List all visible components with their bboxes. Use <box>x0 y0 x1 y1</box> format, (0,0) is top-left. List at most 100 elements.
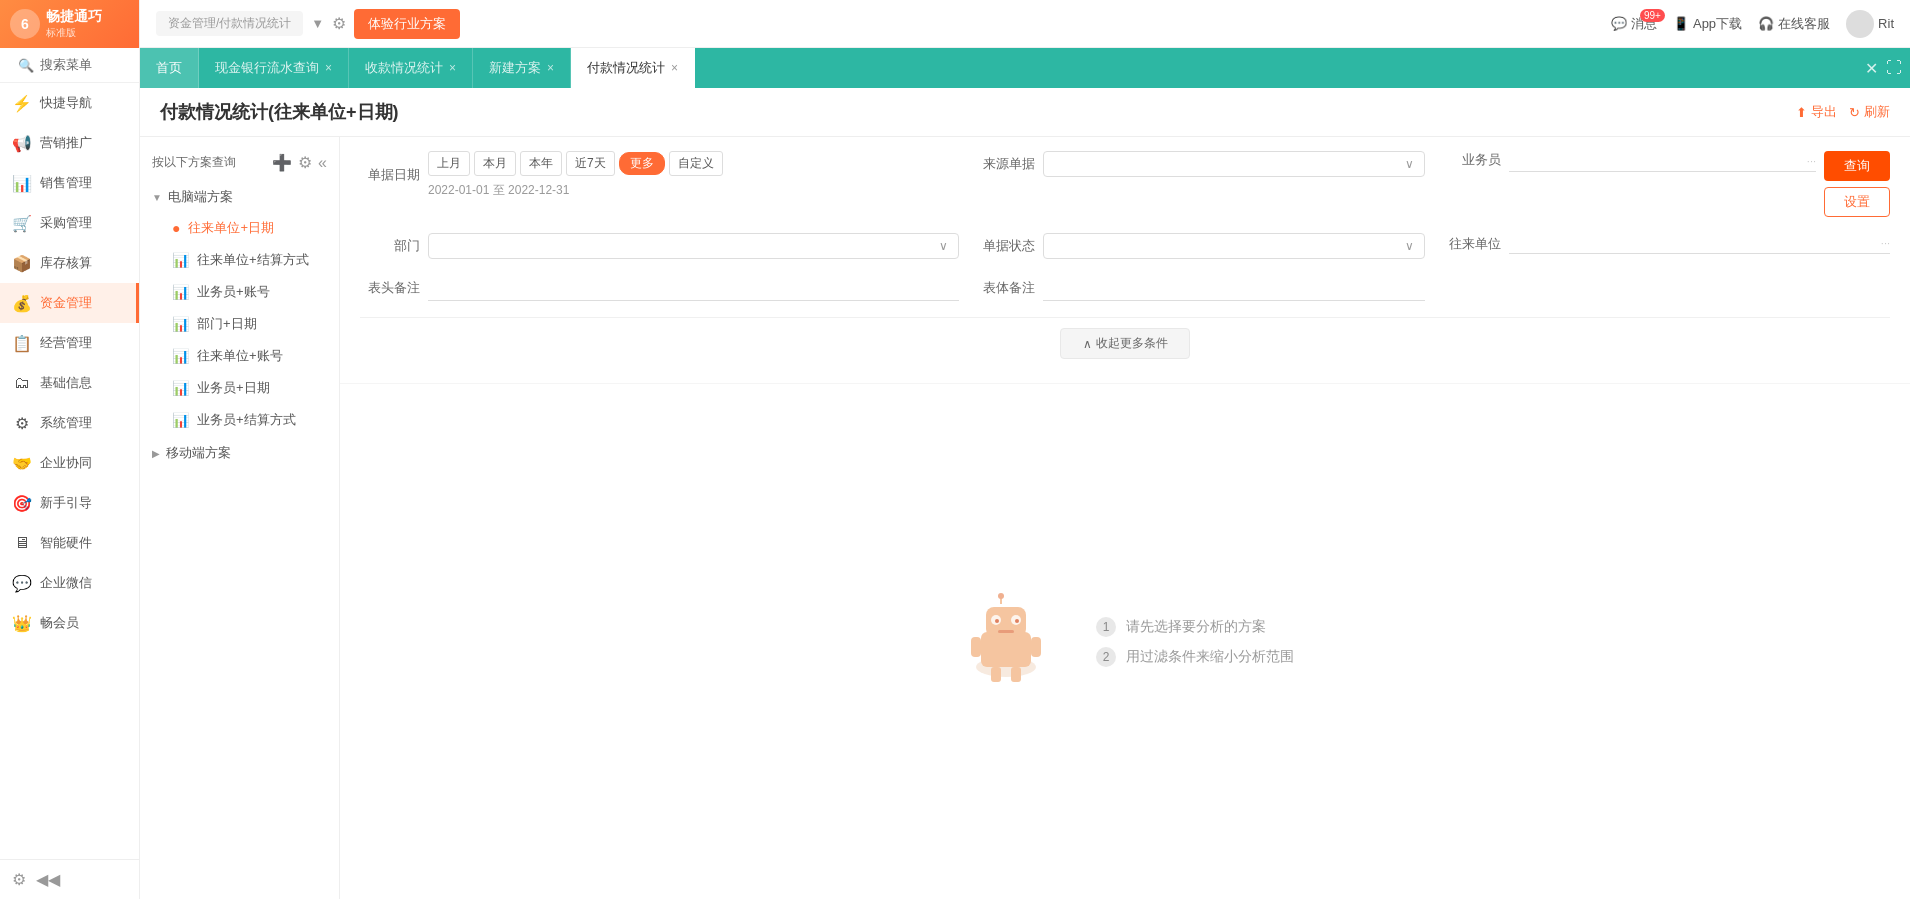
bank-flow-close-icon[interactable]: × <box>325 61 332 75</box>
settings-icon[interactable]: ⚙ <box>12 870 26 889</box>
settings-button[interactable]: 设置 <box>1824 187 1890 217</box>
empty-tips: 1 请先选择要分析的方案 2 用过滤条件来缩小分析范围 <box>1096 617 1294 667</box>
scheme-item-counterparty-settlement[interactable]: 📊 往来单位+结算方式 <box>148 244 331 276</box>
empty-tip-1: 1 请先选择要分析的方案 <box>1096 617 1294 637</box>
refresh-button[interactable]: ↻ 刷新 <box>1849 103 1890 121</box>
tab-new-scheme[interactable]: 新建方案 × <box>473 48 571 88</box>
sidebar-label-quick-nav: 快捷导航 <box>40 94 92 112</box>
trial-button[interactable]: 体验行业方案 <box>354 9 460 39</box>
sidebar-item-operation[interactable]: 📋 经营管理 <box>0 323 139 363</box>
sidebar: 6 畅捷通巧 标准版 🔍 搜索菜单 ⚡ 快捷导航 📢 营销推广 📊 销售管理 🛒… <box>0 0 140 899</box>
source-doc-select[interactable]: ∨ <box>1043 151 1424 177</box>
tab-bank-flow[interactable]: 现金银行流水查询 × <box>199 48 349 88</box>
dept-filter: 部门 ∨ <box>360 233 959 259</box>
app-download-button[interactable]: 📱 App下载 <box>1673 15 1742 33</box>
add-scheme-icon[interactable]: ➕ <box>272 153 292 172</box>
salesperson-input[interactable]: ··· <box>1509 151 1816 172</box>
empty-state: 1 请先选择要分析的方案 2 用过滤条件来缩小分析范围 <box>956 592 1294 692</box>
search-menu-label: 搜索菜单 <box>40 56 92 74</box>
salesperson-filter: 业务员 ··· 查询 设置 <box>1441 151 1890 217</box>
maximize-tab-icon[interactable]: ⛶ <box>1886 59 1902 77</box>
sidebar-item-guide[interactable]: 🎯 新手引导 <box>0 483 139 523</box>
payment-stats-tab-label: 付款情况统计 <box>587 59 665 77</box>
sidebar-item-finance[interactable]: 💰 资金管理 <box>0 283 139 323</box>
date-opt-last-month[interactable]: 上月 <box>428 151 470 176</box>
tab-receipt-stats[interactable]: 收款情况统计 × <box>349 48 473 88</box>
messages-button[interactable]: 💬 消息 99+ <box>1611 15 1657 33</box>
messages-badge: 99+ <box>1640 9 1665 22</box>
sidebar-item-member[interactable]: 👑 畅会员 <box>0 603 139 643</box>
scheme-actions: ➕ ⚙ « <box>272 153 327 172</box>
search-menu[interactable]: 🔍 搜索菜单 <box>0 48 139 83</box>
table-body-note-label: 表体备注 <box>975 279 1035 297</box>
date-opt-this-year[interactable]: 本年 <box>520 151 562 176</box>
payment-stats-close-icon[interactable]: × <box>671 61 678 75</box>
breadcrumb-dropdown-icon[interactable]: ▼ <box>311 16 324 31</box>
date-opt-this-month[interactable]: 本月 <box>474 151 516 176</box>
new-scheme-close-icon[interactable]: × <box>547 61 554 75</box>
date-opt-more[interactable]: 更多 <box>619 152 665 175</box>
sidebar-item-inventory[interactable]: 📦 库存核算 <box>0 243 139 283</box>
tip-1-num: 1 <box>1096 617 1116 637</box>
tab-bar: 首页 现金银行流水查询 × 收款情况统计 × 新建方案 × 付款情况统计 × ✕… <box>140 48 1910 88</box>
doc-status-select[interactable]: ∨ <box>1043 233 1424 259</box>
tab-payment-stats[interactable]: 付款情况统计 × <box>571 48 695 88</box>
sidebar-item-marketing[interactable]: 📢 营销推广 <box>0 123 139 163</box>
collapse-button[interactable]: ∧ 收起更多条件 <box>1060 328 1190 359</box>
counterparty-input[interactable]: ··· <box>1509 233 1890 254</box>
scheme-item-staff-date[interactable]: 📊 业务员+日期 <box>148 372 331 404</box>
message-icon: 💬 <box>1611 16 1627 31</box>
sidebar-collapse-icon[interactable]: ◀◀ <box>36 870 60 889</box>
scheme-item-staff-settlement[interactable]: 📊 业务员+结算方式 <box>148 404 331 436</box>
collapse-label: 收起更多条件 <box>1096 335 1168 352</box>
doc-status-chevron: ∨ <box>1405 239 1414 253</box>
date-opt-7days[interactable]: 近7天 <box>566 151 615 176</box>
sidebar-nav: ⚡ 快捷导航 📢 营销推广 📊 销售管理 🛒 采购管理 📦 库存核算 💰 资金管… <box>0 83 139 859</box>
sidebar-item-corp-wechat[interactable]: 💬 企业微信 <box>0 563 139 603</box>
bank-flow-tab-label: 现金银行流水查询 <box>215 59 319 77</box>
table-body-note-input[interactable] <box>1043 275 1424 301</box>
receipt-stats-close-icon[interactable]: × <box>449 61 456 75</box>
member-icon: 👑 <box>12 613 32 633</box>
close-tab-icon[interactable]: ✕ <box>1865 59 1878 78</box>
filter-row-3: 表头备注 表体备注 <box>360 275 1890 301</box>
sidebar-label-marketing: 营销推广 <box>40 134 92 152</box>
table-header-note-filter: 表头备注 <box>360 275 959 301</box>
sidebar-label-smart-hw: 智能硬件 <box>40 534 92 552</box>
svg-point-13 <box>998 593 1004 599</box>
table-header-note-input[interactable] <box>428 275 959 301</box>
sidebar-item-system[interactable]: ⚙ 系统管理 <box>0 403 139 443</box>
app-edition: 标准版 <box>46 26 102 40</box>
guide-icon: 🎯 <box>12 493 32 513</box>
desktop-group-header[interactable]: ▼ 电脑端方案 <box>148 182 331 212</box>
online-service-button[interactable]: 🎧 在线客服 <box>1758 15 1830 33</box>
user-avatar[interactable]: Rit <box>1846 10 1894 38</box>
scheme-item-dept-date[interactable]: 📊 部门+日期 <box>148 308 331 340</box>
tip-2-text: 用过滤条件来缩小分析范围 <box>1126 648 1294 666</box>
sidebar-item-basic-info[interactable]: 🗂 基础信息 <box>0 363 139 403</box>
scheme-item-staff-account[interactable]: 📊 业务员+账号 <box>148 276 331 308</box>
sidebar-item-cooperation[interactable]: 🤝 企业协同 <box>0 443 139 483</box>
sidebar-item-quick-nav[interactable]: ⚡ 快捷导航 <box>0 83 139 123</box>
config-scheme-icon[interactable]: ⚙ <box>298 153 312 172</box>
sidebar-label-basic-info: 基础信息 <box>40 374 92 392</box>
svg-rect-9 <box>1031 637 1041 657</box>
staff-account-label: 业务员+账号 <box>197 283 270 301</box>
salesperson-dots: ··· <box>1807 155 1816 167</box>
tab-home[interactable]: 首页 <box>140 48 199 88</box>
collapse-scheme-icon[interactable]: « <box>318 154 327 172</box>
tab-bar-actions: ✕ ⛶ <box>1857 48 1910 88</box>
sidebar-item-smart-hw[interactable]: 🖥 智能硬件 <box>0 523 139 563</box>
header-gear-icon[interactable]: ⚙ <box>332 14 346 33</box>
export-button[interactable]: ⬆ 导出 <box>1796 103 1837 121</box>
date-opt-custom[interactable]: 自定义 <box>669 151 723 176</box>
sidebar-label-corp-wechat: 企业微信 <box>40 574 92 592</box>
smart-hw-icon: 🖥 <box>12 533 32 553</box>
dept-select[interactable]: ∨ <box>428 233 959 259</box>
scheme-item-counterparty-account[interactable]: 📊 往来单位+账号 <box>148 340 331 372</box>
sidebar-item-sales[interactable]: 📊 销售管理 <box>0 163 139 203</box>
sidebar-item-purchase[interactable]: 🛒 采购管理 <box>0 203 139 243</box>
scheme-item-counterparty-date[interactable]: ● 往来单位+日期 <box>148 212 331 244</box>
mobile-scheme-group[interactable]: ▶ 移动端方案 <box>148 436 339 470</box>
query-button[interactable]: 查询 <box>1824 151 1890 181</box>
